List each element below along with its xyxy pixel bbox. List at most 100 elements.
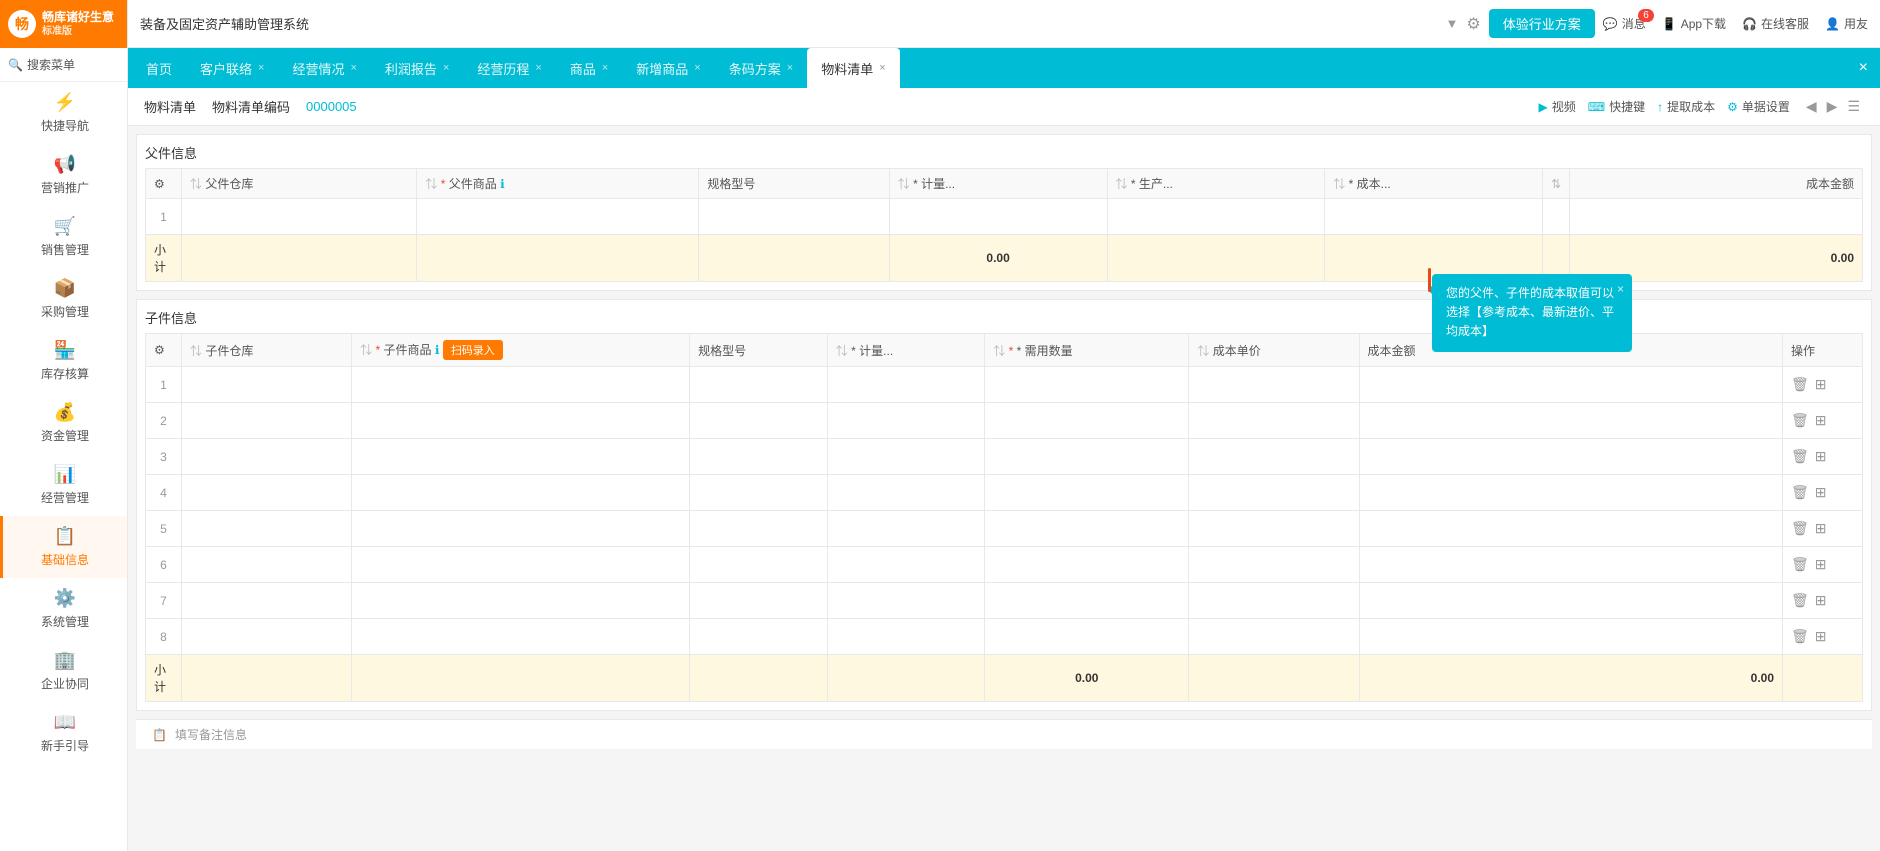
- message-item[interactable]: 💬 消息 6: [1603, 15, 1646, 32]
- delete-icon[interactable]: 🗑: [1791, 448, 1809, 465]
- sidebar-item-purchase[interactable]: 📦 采购管理: [0, 268, 127, 330]
- trial-button[interactable]: 体验行业方案: [1489, 9, 1595, 38]
- child-row-unit-cost[interactable]: [1189, 367, 1359, 403]
- tab-barcode[interactable]: 条码方案 ×: [715, 48, 807, 88]
- tab-customer-close[interactable]: ×: [258, 62, 264, 74]
- child-row-spec[interactable]: [690, 547, 828, 583]
- dropdown-icon[interactable]: ▼: [1446, 16, 1459, 31]
- delete-icon[interactable]: 🗑: [1791, 628, 1809, 645]
- tab-ops-status[interactable]: 经营情况 ×: [278, 48, 370, 88]
- delete-icon[interactable]: 🗑: [1791, 376, 1809, 393]
- child-row-qty-unit[interactable]: [827, 439, 984, 475]
- sidebar-item-quick-nav[interactable]: ⚡ 快捷导航: [0, 82, 127, 144]
- parent-row-qty[interactable]: [889, 199, 1107, 235]
- child-row-warehouse[interactable]: [182, 583, 352, 619]
- child-row-warehouse[interactable]: [182, 547, 352, 583]
- child-row-spec[interactable]: [690, 583, 828, 619]
- sidebar-item-sales[interactable]: 🛒 销售管理: [0, 206, 127, 268]
- scan-button[interactable]: 扫码录入: [443, 340, 503, 360]
- settings-icon[interactable]: ⚙: [1466, 14, 1480, 34]
- sidebar-item-inventory[interactable]: 🏪 库存核算: [0, 330, 127, 392]
- tab-ops-history[interactable]: 经营历程 ×: [463, 48, 555, 88]
- parent-col-config[interactable]: ⚙: [146, 169, 182, 199]
- child-row-warehouse[interactable]: [182, 619, 352, 655]
- child-sort-1[interactable]: ⇅: [190, 344, 202, 358]
- child-row-qty-unit[interactable]: [827, 367, 984, 403]
- tab-material-close[interactable]: ×: [879, 62, 885, 74]
- sort-icon-5[interactable]: ⇅: [1333, 177, 1345, 191]
- sidebar-item-system[interactable]: ⚙️ 系统管理: [0, 578, 127, 640]
- delete-icon[interactable]: 🗑: [1791, 556, 1809, 573]
- parent-row-goods[interactable]: [417, 199, 699, 235]
- sort-icon-4[interactable]: ⇅: [1116, 177, 1128, 191]
- prev-arrow[interactable]: ◀: [1802, 96, 1821, 117]
- child-row-unit-cost[interactable]: [1189, 619, 1359, 655]
- child-row-spec[interactable]: [690, 403, 828, 439]
- child-row-unit-cost[interactable]: [1189, 439, 1359, 475]
- child-row-qty-needed[interactable]: [985, 439, 1189, 475]
- child-row-goods[interactable]: [352, 367, 690, 403]
- child-row-qty-needed[interactable]: [985, 511, 1189, 547]
- child-sort-3[interactable]: ⇅: [836, 344, 848, 358]
- copy-icon[interactable]: ⊞: [1815, 484, 1827, 501]
- sidebar-item-operations[interactable]: 📊 经营管理: [0, 454, 127, 516]
- sort-icon[interactable]: ⇅: [190, 177, 202, 191]
- sub-tab-code[interactable]: 物料清单编码: [212, 97, 290, 116]
- view-action[interactable]: ▶ 视频: [1538, 98, 1575, 115]
- child-col-config[interactable]: ⚙: [146, 334, 182, 367]
- child-row-warehouse[interactable]: [182, 439, 352, 475]
- child-row-unit-cost[interactable]: [1189, 547, 1359, 583]
- tab-ops-history-close[interactable]: ×: [535, 62, 541, 74]
- tab-new-goods[interactable]: 新增商品 ×: [622, 48, 714, 88]
- copy-icon[interactable]: ⊞: [1815, 412, 1827, 429]
- tab-goods-close[interactable]: ×: [602, 62, 608, 74]
- child-row-goods[interactable]: [352, 439, 690, 475]
- child-row-qty-unit[interactable]: [827, 583, 984, 619]
- sidebar-item-enterprise[interactable]: 🏢 企业协同: [0, 640, 127, 702]
- child-row-spec[interactable]: [690, 619, 828, 655]
- child-row-qty-needed[interactable]: [985, 475, 1189, 511]
- child-row-unit-cost[interactable]: [1189, 475, 1359, 511]
- parent-row-warehouse[interactable]: [182, 199, 417, 235]
- child-row-goods[interactable]: [352, 547, 690, 583]
- child-row-qty-unit[interactable]: [827, 403, 984, 439]
- child-row-qty-needed[interactable]: [985, 403, 1189, 439]
- delete-icon[interactable]: 🗑: [1791, 484, 1809, 501]
- copy-icon[interactable]: ⊞: [1815, 592, 1827, 609]
- tab-customer[interactable]: 客户联络 ×: [186, 48, 278, 88]
- parent-row-produce[interactable]: [1107, 199, 1325, 235]
- tab-profit-close[interactable]: ×: [443, 62, 449, 74]
- user-item[interactable]: 👤 用友: [1825, 15, 1868, 32]
- child-sort-2[interactable]: ⇅: [360, 343, 372, 357]
- child-row-warehouse[interactable]: [182, 511, 352, 547]
- delete-icon[interactable]: 🗑: [1791, 520, 1809, 537]
- tab-home[interactable]: 首页: [132, 48, 186, 88]
- sidebar-item-finance[interactable]: 💰 资金管理: [0, 392, 127, 454]
- child-row-qty-unit[interactable]: [827, 511, 984, 547]
- shortcut-action[interactable]: ⌨ 快捷键: [1588, 98, 1645, 115]
- child-row-goods[interactable]: [352, 583, 690, 619]
- next-arrow[interactable]: ▶: [1823, 96, 1842, 117]
- child-sort-4[interactable]: ⇅: [993, 344, 1005, 358]
- tab-ops-status-close[interactable]: ×: [350, 62, 356, 74]
- copy-icon[interactable]: ⊞: [1815, 376, 1827, 393]
- tab-new-goods-close[interactable]: ×: [694, 62, 700, 74]
- tab-material-list[interactable]: 物料清单 ×: [807, 48, 899, 88]
- sidebar-item-basic-info[interactable]: 📋 基础信息: [0, 516, 127, 578]
- app-download-item[interactable]: 📱 App下载: [1662, 15, 1726, 32]
- child-row-goods[interactable]: [352, 475, 690, 511]
- close-all-tabs-icon[interactable]: ×: [1851, 59, 1876, 77]
- child-row-qty-unit[interactable]: [827, 547, 984, 583]
- sort-icon-2[interactable]: ⇅: [425, 177, 437, 191]
- child-row-warehouse[interactable]: [182, 403, 352, 439]
- child-row-qty-needed[interactable]: [985, 619, 1189, 655]
- tab-profit[interactable]: 利润报告 ×: [371, 48, 463, 88]
- online-service-item[interactable]: 🎧 在线客服: [1742, 15, 1809, 32]
- child-row-warehouse[interactable]: [182, 367, 352, 403]
- extract-cost-action[interactable]: ↑ 提取成本: [1657, 98, 1715, 115]
- child-row-goods[interactable]: [352, 403, 690, 439]
- child-row-goods[interactable]: [352, 619, 690, 655]
- menu-icon[interactable]: ☰: [1843, 96, 1864, 117]
- child-row-spec[interactable]: [690, 511, 828, 547]
- sidebar-item-marketing[interactable]: 📢 营销推广: [0, 144, 127, 206]
